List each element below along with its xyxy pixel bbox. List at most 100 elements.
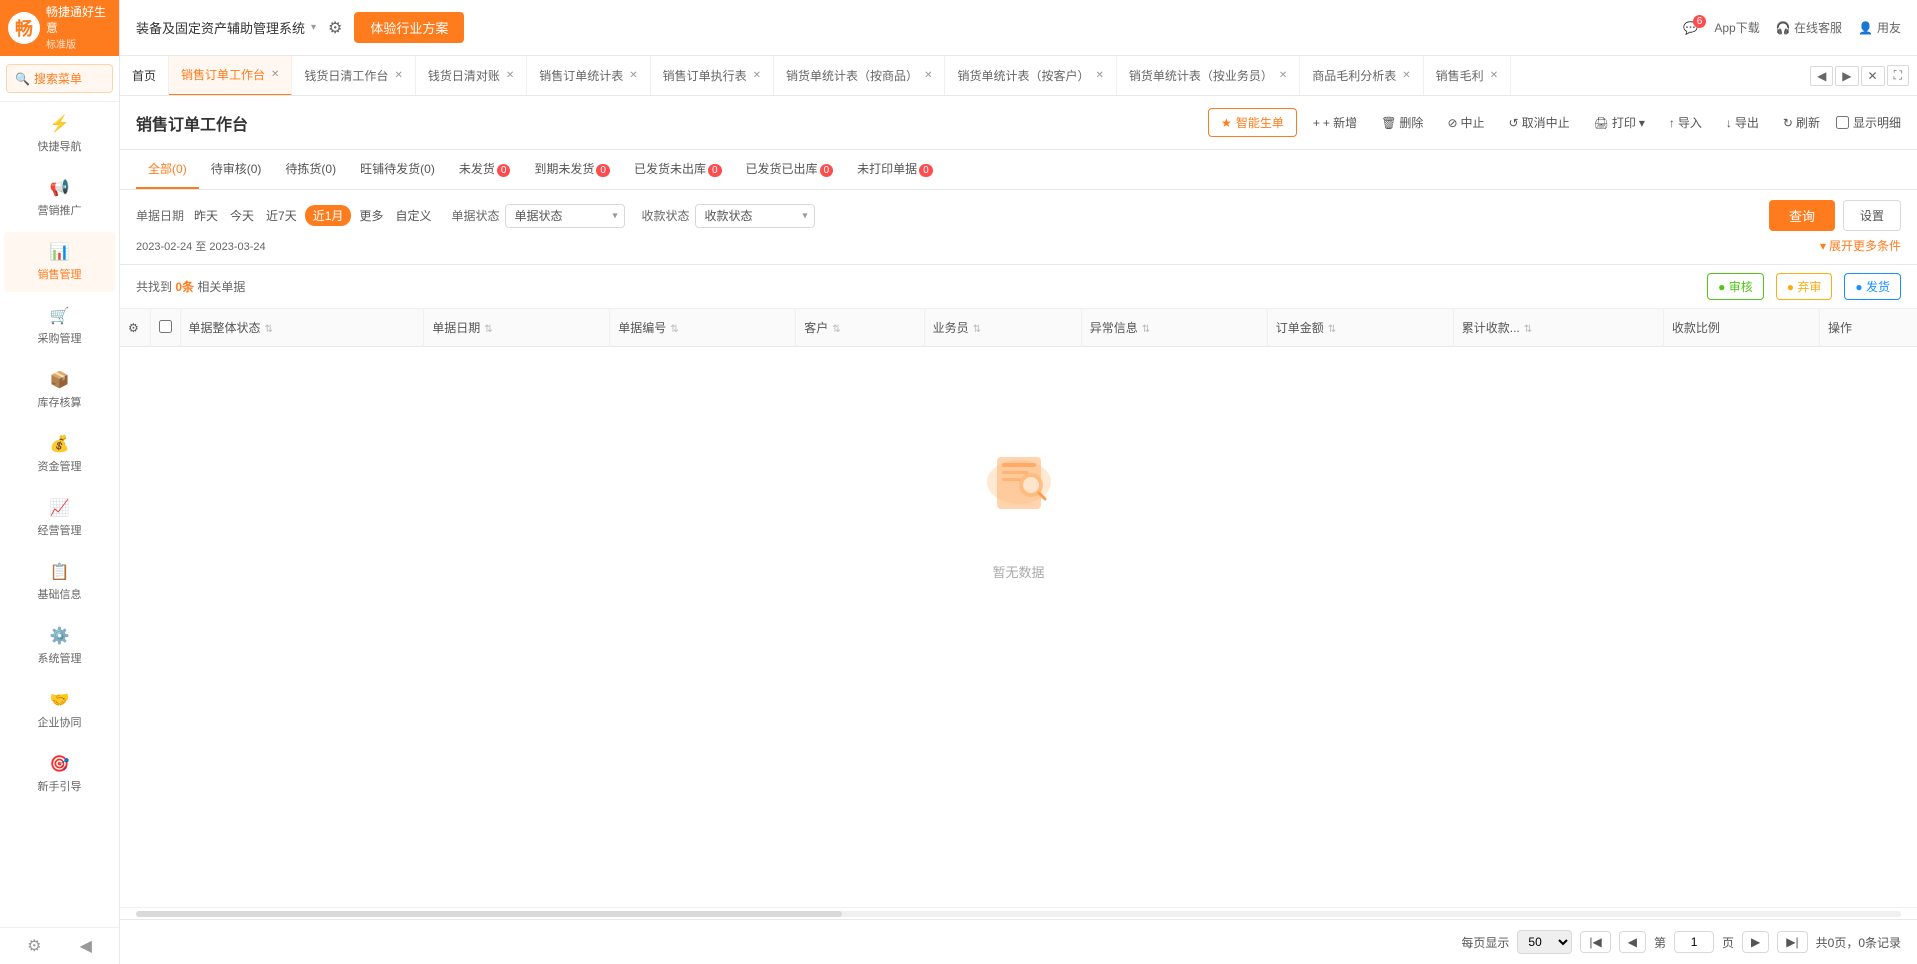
sidebar-item-purchase[interactable]: 🛒 采购管理 — [4, 296, 115, 356]
tab-sales-stat-close[interactable]: ✕ — [629, 70, 637, 81]
tab-sales-summary-staff-close[interactable]: ✕ — [1279, 70, 1287, 81]
filter-tab-all[interactable]: 全部(0) — [136, 150, 199, 189]
add-button[interactable]: + + 新增 — [1305, 110, 1365, 135]
th-action-label: 操作 — [1828, 321, 1852, 335]
date-btn-today[interactable]: 今天 — [226, 205, 258, 226]
sidebar-item-operations[interactable]: 📈 经营管理 — [4, 488, 115, 548]
horizontal-scrollbar[interactable] — [120, 907, 1917, 919]
filter-tab-pending-check[interactable]: 待拣货(0) — [273, 150, 348, 189]
th-customer[interactable]: 客户⇅ — [796, 309, 924, 347]
th-amount[interactable]: 订单金额⇅ — [1267, 309, 1453, 347]
tab-sales-exec[interactable]: 销售订单执行表 ✕ — [651, 56, 774, 96]
sidebar-item-newbie[interactable]: 🎯 新手引导 — [4, 744, 115, 804]
page-input[interactable] — [1674, 931, 1714, 953]
date-btn-7days[interactable]: 近7天 — [262, 205, 301, 226]
settings-footer-icon[interactable]: ⚙ — [27, 936, 41, 956]
th-status[interactable]: 单据整体状态⇅ — [180, 309, 424, 347]
app-download-link[interactable]: App下载 — [1714, 19, 1759, 36]
tab-sales-profit-close[interactable]: ✕ — [1490, 70, 1498, 81]
sidebar-item-finance[interactable]: 💰 资金管理 — [4, 424, 115, 484]
sidebar-item-marketing[interactable]: 📢 营销推广 — [4, 168, 115, 228]
tab-sales-summary-product-close[interactable]: ✕ — [924, 70, 932, 81]
tab-sales-stat[interactable]: 销售订单统计表 ✕ — [527, 56, 650, 96]
filter-tab-not-shipped[interactable]: 未发货0 — [447, 150, 523, 189]
tab-sales-exec-close[interactable]: ✕ — [753, 70, 761, 81]
unreview-button[interactable]: ● 弃审 — [1776, 273, 1833, 300]
settings-gear-icon[interactable]: ⚙ — [328, 18, 342, 38]
first-page-button[interactable]: |◀ — [1580, 931, 1610, 953]
date-btn-custom[interactable]: 自定义 — [391, 205, 435, 226]
scrollbar-thumb[interactable] — [136, 911, 842, 917]
stop-button[interactable]: ⊘ 中止 — [1439, 110, 1492, 135]
per-page-select[interactable]: 50 10 20 100 — [1517, 930, 1572, 954]
print-button[interactable]: 🖨 打印 ▾ — [1586, 110, 1653, 135]
prev-page-button[interactable]: ◀ — [1619, 931, 1646, 953]
sidebar-item-basic-info[interactable]: 📋 基础信息 — [4, 552, 115, 612]
filter-tab-shipped-not-out[interactable]: 已发货未出库0 — [622, 150, 734, 189]
tab-prev-button[interactable]: ◀ — [1810, 66, 1833, 86]
date-btn-more[interactable]: 更多 — [355, 205, 387, 226]
sidebar-item-system[interactable]: ⚙️ 系统管理 — [4, 616, 115, 676]
tab-sales-profit[interactable]: 销售毛利 ✕ — [1424, 56, 1511, 96]
tab-sales-summary-customer[interactable]: 销货单统计表（按客户） ✕ — [945, 56, 1116, 96]
tab-fullscreen-button[interactable]: ⛶ — [1887, 65, 1909, 86]
th-staff[interactable]: 业务员⇅ — [924, 309, 1081, 347]
tab-sales-summary-staff[interactable]: 销货单统计表（按业务员） ✕ — [1117, 56, 1300, 96]
tab-sales-workbench-close[interactable]: ✕ — [271, 69, 279, 80]
date-btn-1month[interactable]: 近1月 — [305, 205, 352, 226]
tab-cash-daily-close[interactable]: ✕ — [394, 70, 402, 81]
smart-order-button[interactable]: ★ 智能生单 — [1208, 108, 1297, 137]
th-checkbox[interactable] — [150, 309, 180, 347]
collapse-icon[interactable]: ◀ — [80, 936, 92, 956]
th-abnormal[interactable]: 异常信息⇅ — [1081, 309, 1267, 347]
filter-tab-expired[interactable]: 到期未发货0 — [522, 150, 622, 189]
payment-select[interactable]: 收款状态 — [695, 204, 815, 228]
tab-gross-margin-close[interactable]: ✕ — [1402, 70, 1410, 81]
filter-tab-wangpu[interactable]: 旺铺待发货(0) — [348, 150, 447, 189]
tab-sales-summary-product[interactable]: 销货单统计表（按商品） ✕ — [774, 56, 945, 96]
review-button[interactable]: ● 审核 — [1707, 273, 1764, 300]
status-select[interactable]: 单据状态 — [505, 204, 625, 228]
sidebar-item-inventory[interactable]: 📦 库存核算 — [4, 360, 115, 420]
tab-next-button[interactable]: ▶ — [1835, 66, 1858, 86]
tab-cash-reconcile-close[interactable]: ✕ — [506, 70, 514, 81]
date-btn-yesterday[interactable]: 昨天 — [190, 205, 222, 226]
th-ratio: 收款比例 — [1663, 309, 1819, 347]
import-button[interactable]: ↑ 导入 — [1661, 110, 1710, 135]
online-service-link[interactable]: 🎧 在线客服 — [1776, 19, 1842, 36]
delete-button[interactable]: 🗑 删除 — [1373, 110, 1431, 135]
tab-cash-reconcile[interactable]: 钱货日清对账 ✕ — [416, 56, 527, 96]
user-menu[interactable]: 👤 用友 — [1858, 19, 1901, 36]
cancel-stop-button[interactable]: ↺ 取消中止 — [1501, 110, 1578, 135]
expand-conditions-button[interactable]: ▾ 展开更多条件 — [1820, 237, 1901, 254]
th-number[interactable]: 单据编号⇅ — [610, 309, 796, 347]
solution-button[interactable]: 体验行业方案 — [354, 12, 464, 43]
show-detail-checkbox[interactable] — [1836, 116, 1849, 129]
message-icon-area[interactable]: 💬 6 — [1683, 21, 1698, 35]
tab-home[interactable]: 首页 — [120, 56, 169, 96]
sidebar-item-cooperation[interactable]: 🤝 企业协同 — [4, 680, 115, 740]
export-button[interactable]: ↓ 导出 — [1718, 110, 1767, 135]
tab-sales-workbench[interactable]: 销售订单工作台 ✕ — [169, 56, 292, 96]
pagination: 每页显示 50 10 20 100 |◀ ◀ 第 页 ▶ ▶| 共0页，0条记录 — [120, 919, 1917, 964]
th-date[interactable]: 单据日期⇅ — [424, 309, 610, 347]
search-menu-button[interactable]: 🔍 搜索菜单 — [6, 64, 113, 93]
next-page-button[interactable]: ▶ — [1742, 931, 1769, 953]
tab-close-all-button[interactable]: ✕ — [1861, 66, 1885, 86]
th-gear[interactable]: ⚙ — [120, 309, 150, 347]
th-collected[interactable]: 累计收款...⇅ — [1453, 309, 1663, 347]
select-all-checkbox[interactable] — [159, 320, 172, 333]
query-button[interactable]: 查询 — [1769, 200, 1835, 231]
filter-tab-not-printed[interactable]: 未打印单据0 — [845, 150, 945, 189]
tab-gross-margin[interactable]: 商品毛利分析表 ✕ — [1300, 56, 1423, 96]
last-page-button[interactable]: ▶| — [1777, 931, 1807, 953]
filter-tab-shipped-out[interactable]: 已发货已出库0 — [734, 150, 846, 189]
tab-sales-summary-customer-close[interactable]: ✕ — [1095, 70, 1103, 81]
sidebar-item-quick-nav[interactable]: ⚡ 快捷导航 — [4, 104, 115, 164]
filter-tab-pending-review[interactable]: 待审核(0) — [199, 150, 274, 189]
ship-button[interactable]: ● 发货 — [1844, 273, 1901, 300]
refresh-button[interactable]: ↻ 刷新 — [1775, 110, 1828, 135]
tab-cash-daily[interactable]: 钱货日清工作台 ✕ — [292, 56, 415, 96]
sidebar-item-sales[interactable]: 📊 销售管理 — [4, 232, 115, 292]
setting-button[interactable]: 设置 — [1843, 200, 1901, 231]
